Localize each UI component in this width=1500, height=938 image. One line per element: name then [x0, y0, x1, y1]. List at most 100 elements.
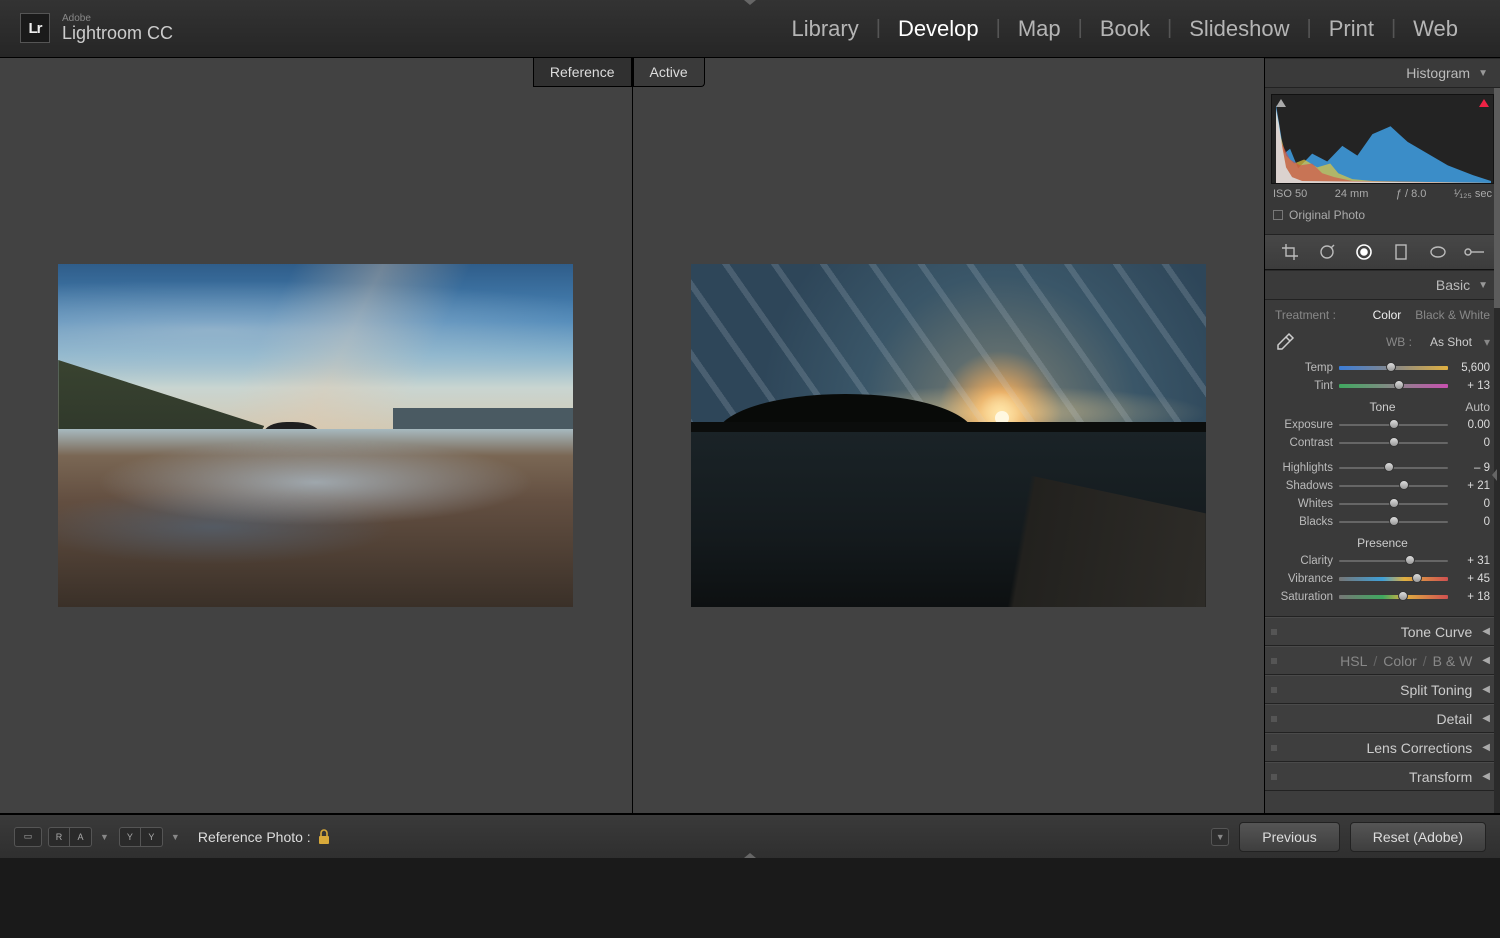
right-panel-flyout-icon[interactable] [1492, 469, 1497, 481]
original-photo-label: Original Photo [1289, 208, 1365, 222]
whites-slider[interactable] [1339, 501, 1448, 507]
exposure-slider[interactable] [1339, 422, 1448, 428]
crop-tool-icon[interactable] [1276, 240, 1304, 264]
clarity-value[interactable]: + 31 [1454, 555, 1490, 567]
shadows-slider[interactable] [1339, 483, 1448, 489]
bottom-toolbar: ▭ R A ▼ Y Y ▼ Reference Photo : ▼ Previo… [0, 814, 1500, 858]
right-panel: Histogram ▼ ISO 50 24 mm ƒ / 8.0 ¹⁄₁₂₅ s… [1264, 58, 1500, 813]
reset-button[interactable]: Reset (Adobe) [1350, 822, 1486, 852]
module-library[interactable]: Library [774, 16, 875, 42]
highlights-slider[interactable] [1339, 465, 1448, 471]
saturation-slider[interactable] [1339, 594, 1448, 600]
module-map[interactable]: Map [1001, 16, 1078, 42]
blacks-label: Blacks [1275, 516, 1333, 528]
contrast-slider[interactable] [1339, 440, 1448, 446]
soft-proof-dropdown-icon[interactable]: ▼ [1211, 828, 1229, 846]
whites-label: Whites [1275, 498, 1333, 510]
spot-heal-tool-icon[interactable] [1313, 240, 1341, 264]
detail-header[interactable]: Detail◀ [1265, 704, 1500, 733]
tint-label: Tint [1275, 380, 1333, 392]
checkbox-icon[interactable] [1273, 210, 1283, 220]
basic-panel: Treatment : Color Black & White WB : As … [1265, 300, 1500, 617]
top-bar: Lr Adobe Lightroom CC Library| Develop| … [0, 0, 1500, 57]
treatment-color[interactable]: Color [1373, 308, 1402, 322]
module-slideshow[interactable]: Slideshow [1172, 16, 1306, 42]
module-print[interactable]: Print [1312, 16, 1391, 42]
module-picker: Library| Develop| Map| Book| Slideshow| … [774, 16, 1475, 42]
lock-icon[interactable] [317, 829, 331, 845]
grad-filter-tool-icon[interactable] [1387, 240, 1415, 264]
exposure-value[interactable]: 0.00 [1454, 419, 1490, 431]
tone-curve-header[interactable]: Tone Curve◀ [1265, 617, 1500, 646]
wb-label: WB : [1386, 335, 1412, 349]
basic-header[interactable]: Basic ▼ [1265, 270, 1500, 300]
presence-section-title: Presence [1275, 536, 1490, 550]
module-develop[interactable]: Develop [881, 16, 996, 42]
saturation-value[interactable]: + 18 [1454, 591, 1490, 603]
radial-filter-tool-icon[interactable] [1424, 240, 1452, 264]
before-after-dropdown-icon[interactable]: ▼ [171, 832, 180, 842]
reference-view-r-icon[interactable]: R [48, 827, 70, 847]
vibrance-slider[interactable] [1339, 576, 1448, 582]
hsl-header[interactable]: HSL/Color/B & W ◀ [1265, 646, 1500, 675]
blacks-slider[interactable] [1339, 519, 1448, 525]
temp-slider[interactable] [1339, 365, 1448, 371]
reference-tab: Reference [533, 58, 632, 87]
whites-value[interactable]: 0 [1454, 498, 1490, 510]
split-toning-header[interactable]: Split Toning ◀ [1265, 675, 1500, 704]
basic-title: Basic [1436, 277, 1470, 293]
transform-header[interactable]: Transform◀ [1265, 762, 1500, 791]
highlights-value[interactable]: – 9 [1454, 462, 1490, 474]
histogram-chart[interactable] [1271, 94, 1494, 184]
hsl-bw-label: B & W [1433, 653, 1473, 669]
vibrance-value[interactable]: + 45 [1454, 573, 1490, 585]
before-after-y1-icon[interactable]: Y [119, 827, 141, 847]
exposure-label: Exposure [1275, 419, 1333, 431]
active-image[interactable] [691, 264, 1206, 607]
reference-view-a-icon[interactable]: A [70, 827, 92, 847]
chevron-left-icon: ◀ [1482, 626, 1490, 637]
reference-image[interactable] [58, 264, 573, 607]
brush-tool-icon[interactable] [1461, 240, 1489, 264]
treatment-bw[interactable]: Black & White [1415, 308, 1490, 322]
local-adjust-toolstrip [1265, 234, 1500, 270]
chevron-left-icon: ◀ [1482, 713, 1490, 724]
module-book[interactable]: Book [1083, 16, 1167, 42]
loupe-view-icon[interactable]: ▭ [14, 827, 42, 847]
previous-button[interactable]: Previous [1239, 822, 1339, 852]
chevron-left-icon: ◀ [1482, 771, 1490, 782]
contrast-label: Contrast [1275, 437, 1333, 449]
tint-value[interactable]: + 13 [1454, 380, 1490, 392]
before-after-y2-icon[interactable]: Y [141, 827, 163, 847]
logo-icon: Lr [20, 13, 50, 43]
clarity-slider[interactable] [1339, 558, 1448, 564]
panel-handle-bottom[interactable] [744, 853, 756, 858]
module-web[interactable]: Web [1396, 16, 1475, 42]
right-panel-scrollbar[interactable] [1494, 88, 1500, 813]
iso-label: ISO 50 [1273, 188, 1307, 200]
contrast-value[interactable]: 0 [1454, 437, 1490, 449]
clarity-label: Clarity [1275, 555, 1333, 567]
wb-preset[interactable]: As Shot [1430, 335, 1472, 349]
shadows-label: Shadows [1275, 480, 1333, 492]
original-photo-toggle[interactable]: Original Photo [1271, 204, 1494, 228]
view-dropdown-icon[interactable]: ▼ [100, 832, 109, 842]
wb-dropdown-icon[interactable]: ▾ [1484, 335, 1490, 349]
main-area: Reference Active Histogram ▼ [0, 57, 1500, 814]
blacks-value[interactable]: 0 [1454, 516, 1490, 528]
panel-handle-top[interactable] [744, 0, 756, 5]
redeye-tool-icon[interactable] [1350, 240, 1378, 264]
wb-eyedropper-icon[interactable] [1275, 332, 1295, 352]
temp-value[interactable]: 5,600 [1454, 362, 1490, 374]
temp-label: Temp [1275, 362, 1333, 374]
reference-photo-label: Reference Photo : [198, 829, 311, 845]
focal-label: 24 mm [1335, 188, 1369, 200]
histogram-header[interactable]: Histogram ▼ [1265, 58, 1500, 88]
tint-slider[interactable] [1339, 383, 1448, 389]
split-toning-label: Split Toning [1400, 682, 1472, 698]
chevron-left-icon: ◀ [1482, 684, 1490, 695]
lens-corrections-header[interactable]: Lens Corrections◀ [1265, 733, 1500, 762]
histogram-meta: ISO 50 24 mm ƒ / 8.0 ¹⁄₁₂₅ sec [1271, 184, 1494, 204]
shadows-value[interactable]: + 21 [1454, 480, 1490, 492]
app-name: Lightroom CC [62, 24, 173, 44]
